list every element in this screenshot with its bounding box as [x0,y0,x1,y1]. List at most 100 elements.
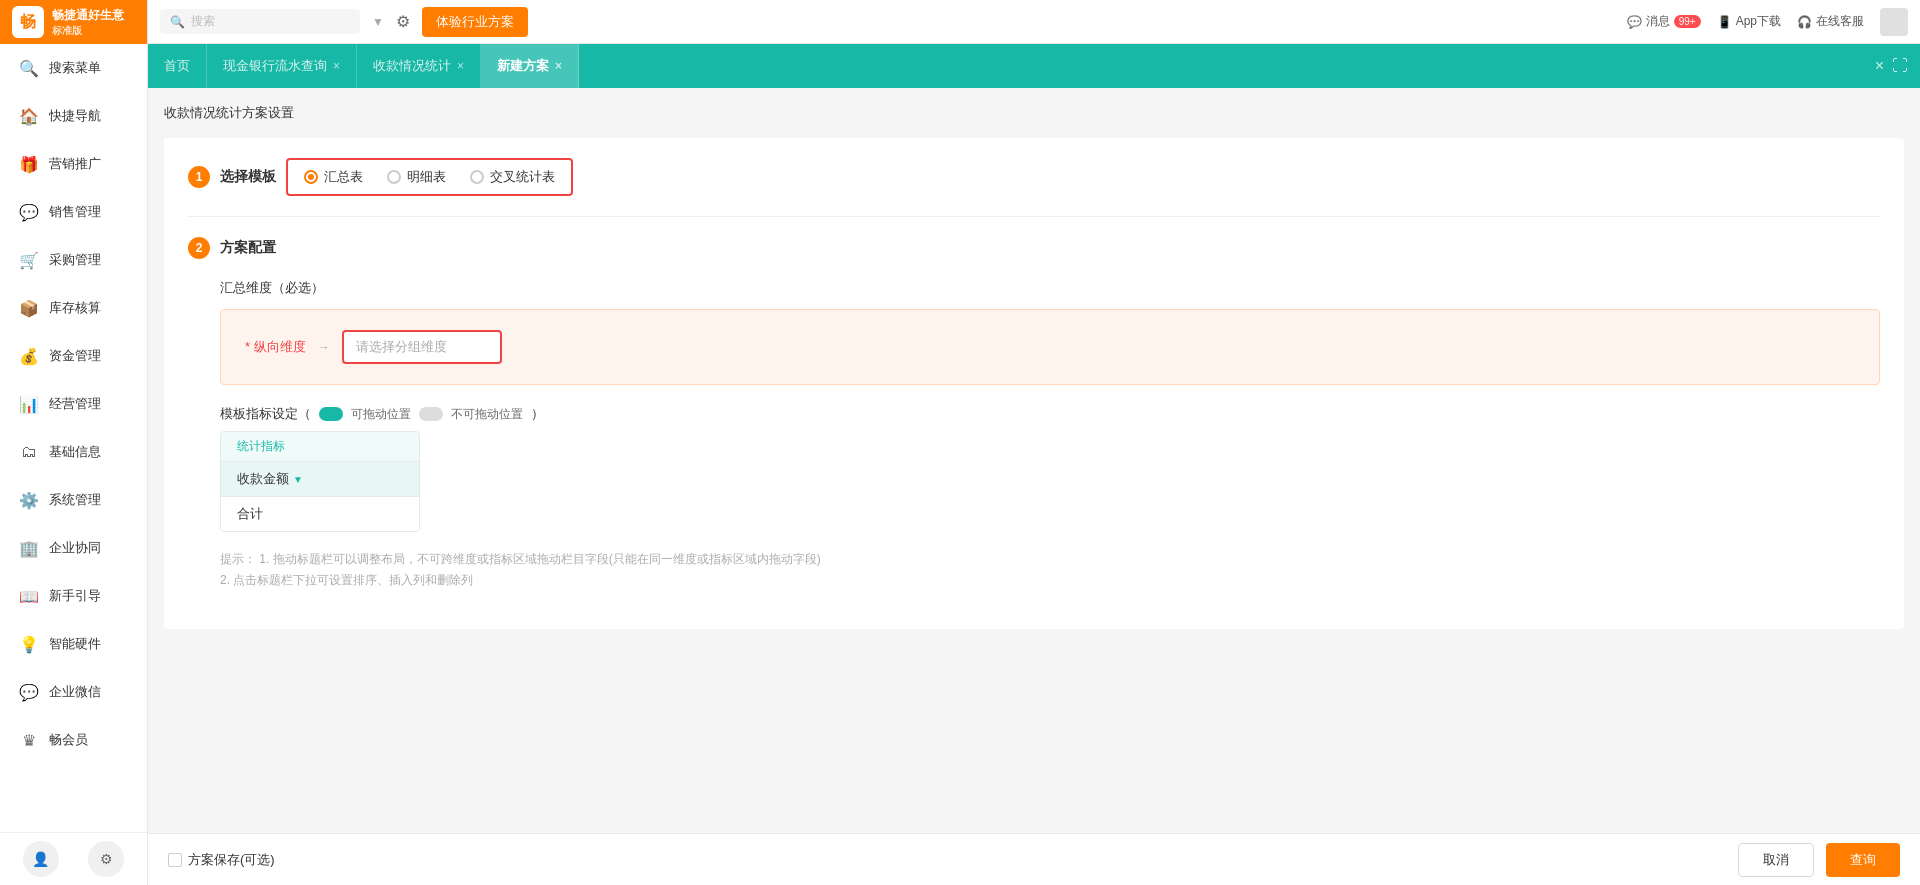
dim-arrow: → [318,340,330,354]
sidebar-bottom-btn-1[interactable]: 👤 [23,841,59,877]
stats-indicator-label: 统计指标 [221,432,419,462]
sidebar-item-quick-nav[interactable]: 🏠 快捷导航 [0,92,147,140]
download-action[interactable]: 📱 App下载 [1717,13,1781,30]
radio-detail[interactable]: 明细表 [387,168,446,186]
tip-line-1: 提示： 1. 拖动标题栏可以调整布局，不可跨维度或指标区域拖动栏目字段(只能在同… [220,551,1880,568]
tab-new-plan-close[interactable]: × [555,59,562,73]
basic-info-icon: 🗂 [19,442,39,462]
dimension-grid: * 纵向维度 → 请选择分组维度 [220,309,1880,385]
quick-nav-icon: 🏠 [19,106,39,126]
indicators-section: 模板指标设定（ 可拖动位置 不可拖动位置 ） 统计指标 [220,405,1880,535]
chevron-down-icon[interactable]: ▼ [372,15,384,29]
gear-icon[interactable]: ⚙ [396,12,410,31]
sidebar-bottom: 👤 ⚙ [0,832,147,885]
step2-title: 方案配置 [220,239,276,257]
step1-num: 1 [188,166,210,188]
sidebar-item-collab[interactable]: 🏢 企业协同 [0,524,147,572]
sidebar-item-inventory[interactable]: 📦 库存核算 [0,284,147,332]
indicators-data-row: 合计 [221,496,419,531]
tab-home-label: 首页 [164,57,190,75]
draggable-hint: 模板指标设定（ 可拖动位置 不可拖动位置 ） [220,405,1880,423]
step1-section: 1 选择模板 汇总表 明细表 [188,158,1880,196]
radio-summary-label: 汇总表 [324,168,363,186]
download-icon: 📱 [1717,15,1732,29]
guide-icon: 📖 [19,586,39,606]
sidebar-item-marketing[interactable]: 🎁 营销推广 [0,140,147,188]
tab-bar: 首页 现金银行流水查询 × 收款情况统计 × 新建方案 × × ⛶ [148,44,1920,88]
tab-receipt-close[interactable]: × [457,59,464,73]
indicator-dropdown-icon[interactable]: ▼ [293,474,303,485]
query-button[interactable]: 查询 [1826,843,1900,877]
tab-expand-btn[interactable]: ⛶ [1892,57,1908,75]
search-placeholder: 搜索 [191,13,215,30]
sidebar-item-label: 企业协同 [49,539,101,557]
page-title: 收款情况统计方案设置 [164,104,1904,122]
sidebar-item-label: 采购管理 [49,251,101,269]
footer: 方案保存(可选) 取消 查询 [148,833,1920,885]
sidebar-item-label: 畅会员 [49,731,88,749]
sidebar-item-sales[interactable]: 💬 销售管理 [0,188,147,236]
save-checkbox[interactable] [168,853,182,867]
sidebar-item-guide[interactable]: 📖 新手引导 [0,572,147,620]
template-radio-group: 汇总表 明细表 交叉统计表 [286,158,573,196]
tab-new-plan[interactable]: 新建方案 × [481,44,579,88]
sidebar-item-basic-info[interactable]: 🗂 基础信息 [0,428,147,476]
service-label: 在线客服 [1816,13,1864,30]
footer-buttons: 取消 查询 [1738,843,1900,877]
tab-close-btn[interactable]: × [1875,57,1884,75]
sidebar-item-member[interactable]: ♛ 畅会员 [0,716,147,764]
industry-button[interactable]: 体验行业方案 [422,7,528,37]
user-avatar[interactable] [1880,8,1908,36]
logo-text: 畅捷通好生意 标准版 [52,7,124,38]
sidebar-item-label: 资金管理 [49,347,101,365]
header-actions: 💬 消息 99+ 📱 App下载 🎧 在线客服 [1627,8,1908,36]
header-search[interactable]: 🔍 搜索 [160,9,360,34]
sidebar-item-search-menu[interactable]: 🔍 搜索菜单 [0,44,147,92]
undraggable-label: 不可拖动位置 [451,406,523,423]
vertical-dim-select[interactable]: 请选择分组维度 [342,330,502,364]
hardware-icon: 💡 [19,634,39,654]
sidebar-item-wechat[interactable]: 💬 企业微信 [0,668,147,716]
section-divider [188,216,1880,217]
radio-cross-label: 交叉统计表 [490,168,555,186]
sidebar-item-label: 销售管理 [49,203,101,221]
tab-bar-actions: × ⛶ [1863,44,1920,88]
service-action[interactable]: 🎧 在线客服 [1797,13,1864,30]
radio-cross[interactable]: 交叉统计表 [470,168,555,186]
step2-header: 2 方案配置 [188,237,1880,259]
message-action[interactable]: 💬 消息 99+ [1627,13,1701,30]
tab-cashflow[interactable]: 现金银行流水查询 × [207,44,357,88]
logo-icon: 畅 [12,6,44,38]
sidebar-item-finance[interactable]: 💰 资金管理 [0,332,147,380]
inventory-icon: 📦 [19,298,39,318]
top-header: 🔍 搜索 ▼ ⚙ 体验行业方案 💬 消息 99+ 📱 App下载 🎧 在线客服 [148,0,1920,44]
tab-receipt-stats[interactable]: 收款情况统计 × [357,44,481,88]
sidebar-item-business[interactable]: 📊 经营管理 [0,380,147,428]
sidebar-item-label: 经营管理 [49,395,101,413]
message-label: 消息 [1646,13,1670,30]
tab-cashflow-close[interactable]: × [333,59,340,73]
radio-detail-circle [387,170,401,184]
indicators-config-suffix: ） [531,405,544,423]
radio-summary[interactable]: 汇总表 [304,168,363,186]
tab-home[interactable]: 首页 [148,44,207,88]
vertical-dim-row: * 纵向维度 → 请选择分组维度 [245,330,1855,364]
sidebar-bottom-btn-2[interactable]: ⚙ [88,841,124,877]
sidebar-item-label: 营销推广 [49,155,101,173]
summary-dim-title: 汇总维度（必选） [220,279,1880,297]
sidebar-item-label: 快捷导航 [49,107,101,125]
indicators-table: 统计指标 收款金额 ▼ 合计 [220,431,420,532]
indicators-config-label: 模板指标设定（ [220,405,311,423]
sidebar-item-purchase[interactable]: 🛒 采购管理 [0,236,147,284]
radio-summary-circle [304,170,318,184]
vertical-dim-label: * 纵向维度 [245,338,306,356]
tab-receipt-stats-label: 收款情况统计 [373,57,451,75]
cancel-button[interactable]: 取消 [1738,843,1814,877]
finance-icon: 💰 [19,346,39,366]
sidebar-item-system[interactable]: ⚙️ 系统管理 [0,476,147,524]
search-menu-icon: 🔍 [19,58,39,78]
indicator-col-header[interactable]: 收款金额 ▼ [221,462,341,496]
step2-section: 2 方案配置 汇总维度（必选） * 纵向维度 → 请选择分组维度 [188,237,1880,589]
sidebar-item-hardware[interactable]: 💡 智能硬件 [0,620,147,668]
sidebar-item-label: 系统管理 [49,491,101,509]
